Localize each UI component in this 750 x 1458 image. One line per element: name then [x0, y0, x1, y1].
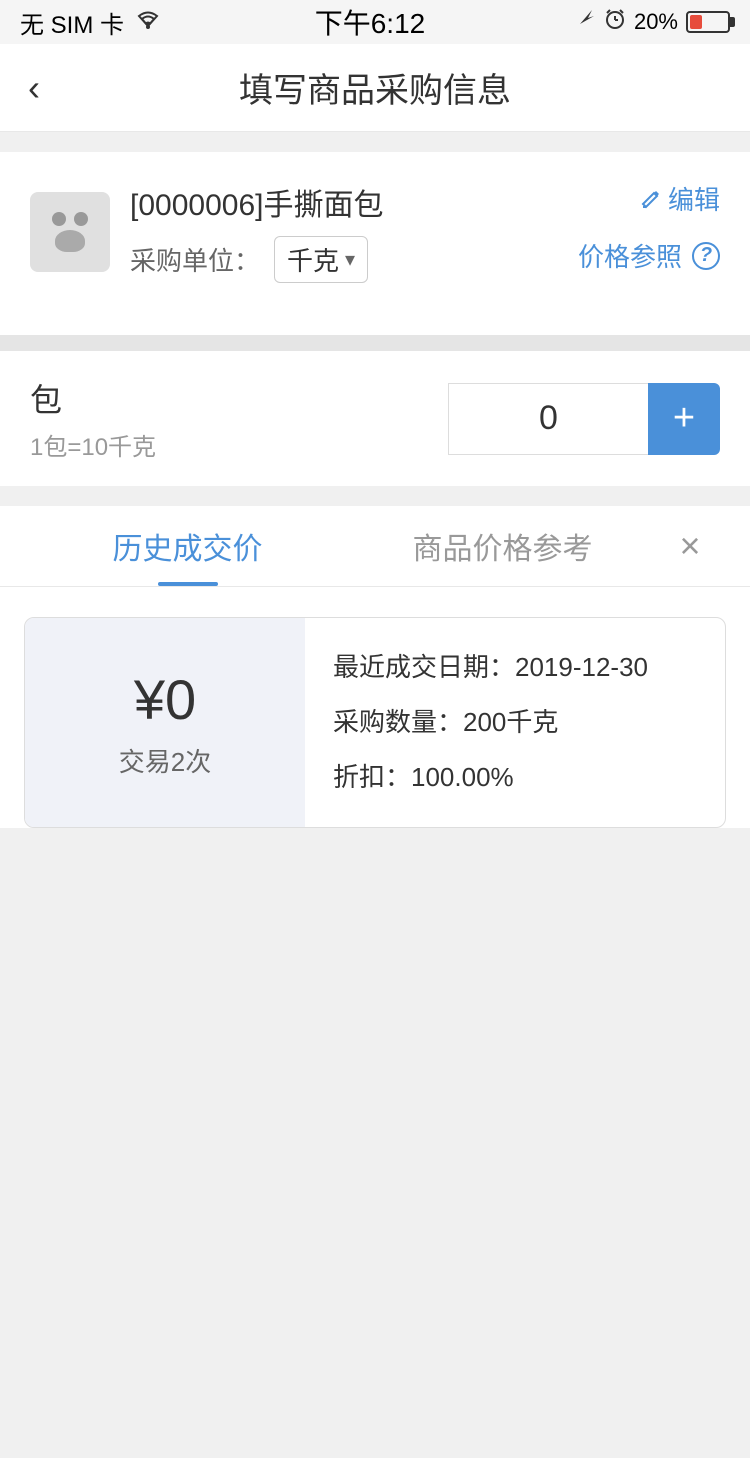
price-amount: ¥0 — [134, 667, 196, 732]
product-info: [0000006]手撕面包 采购单位： 千克 ▾ — [130, 180, 383, 283]
quantity-conversion: 1包=10千克 — [30, 427, 156, 462]
unit-label: 采购单位： — [130, 241, 260, 278]
product-thumbnail — [30, 192, 110, 272]
alarm-icon — [604, 8, 626, 36]
quantity-input[interactable]: 0 — [448, 383, 648, 455]
edit-label: 编辑 — [668, 180, 720, 217]
status-time: 下午6:12 — [315, 2, 426, 42]
product-logo — [40, 202, 100, 262]
trade-count: 交易2次 — [119, 742, 211, 779]
quantity-row: 包 1包=10千克 0 + — [0, 351, 750, 486]
quantity-detail-value: 200千克 — [463, 707, 558, 737]
tabs-close-button[interactable]: × — [660, 506, 720, 586]
edit-icon — [640, 188, 662, 210]
price-ref-row: 价格参照 ? — [578, 237, 720, 274]
section-divider — [0, 335, 750, 351]
status-bar: 无 SIM 卡 下午6:12 20% — [0, 0, 750, 44]
price-value: 0 — [165, 668, 196, 731]
back-button[interactable]: ‹ — [28, 67, 40, 109]
unit-value: 千克 — [287, 241, 339, 278]
tab-price-reference[interactable]: 商品价格参考 — [345, 506, 660, 586]
quantity-label: 采购数量： — [333, 707, 463, 737]
currency-symbol: ¥ — [134, 668, 165, 731]
page-title: 填写商品采购信息 — [239, 63, 511, 112]
battery-icon — [686, 11, 730, 33]
status-right: 20% — [578, 8, 730, 36]
tabs-container: 历史成交价 商品价格参考 × ¥0 交易2次 最近成交日期：2019-12-30… — [0, 506, 750, 828]
location-icon — [578, 8, 596, 36]
carrier-label: 无 SIM 卡 — [20, 5, 124, 40]
discount-value: 100.00% — [411, 762, 514, 792]
quantity-input-group: 0 + — [448, 383, 720, 455]
status-left: 无 SIM 卡 — [20, 5, 162, 40]
quantity-unit-name: 包 — [30, 375, 156, 421]
unit-select[interactable]: 千克 ▾ — [274, 236, 368, 283]
price-card: ¥0 交易2次 最近成交日期：2019-12-30 采购数量：200千克 折扣：… — [24, 617, 726, 828]
dropdown-arrow-icon: ▾ — [345, 247, 355, 272]
price-info-icon[interactable]: ? — [692, 242, 720, 270]
product-left: [0000006]手撕面包 采购单位： 千克 ▾ — [30, 180, 383, 283]
tab-history-price[interactable]: 历史成交价 — [30, 506, 345, 586]
discount-label: 折扣： — [333, 762, 411, 792]
date-value: 2019-12-30 — [515, 652, 648, 682]
price-ref-link[interactable]: 价格参照 — [578, 237, 682, 274]
quantity-plus-button[interactable]: + — [648, 383, 720, 455]
price-details-panel: 最近成交日期：2019-12-30 采购数量：200千克 折扣：100.00% — [305, 618, 725, 827]
tab-history-label: 历史成交价 — [113, 524, 263, 568]
product-card: [0000006]手撕面包 采购单位： 千克 ▾ 编辑 — [0, 152, 750, 335]
wifi-icon — [134, 8, 162, 37]
product-name: [0000006]手撕面包 — [130, 180, 383, 224]
detail-row-date: 最近成交日期：2019-12-30 — [333, 648, 697, 687]
price-summary-panel: ¥0 交易2次 — [25, 618, 305, 827]
detail-row-discount: 折扣：100.00% — [333, 758, 697, 797]
tab-active-indicator — [158, 582, 218, 586]
tabs-header: 历史成交价 商品价格参考 × — [0, 506, 750, 587]
battery-percent: 20% — [634, 9, 678, 35]
main-background — [0, 858, 750, 1458]
tab-price-label: 商品价格参考 — [413, 524, 593, 568]
close-icon: × — [679, 525, 700, 567]
quantity-labels: 包 1包=10千克 — [30, 375, 156, 462]
quantity-value: 0 — [539, 399, 558, 438]
plus-icon: + — [673, 397, 695, 440]
unit-row: 采购单位： 千克 ▾ — [130, 236, 383, 283]
product-header: [0000006]手撕面包 采购单位： 千克 ▾ 编辑 — [30, 180, 720, 283]
detail-row-quantity: 采购数量：200千克 — [333, 703, 697, 742]
date-label: 最近成交日期： — [333, 652, 515, 682]
edit-button[interactable]: 编辑 — [640, 180, 720, 217]
nav-bar: ‹ 填写商品采购信息 — [0, 44, 750, 132]
